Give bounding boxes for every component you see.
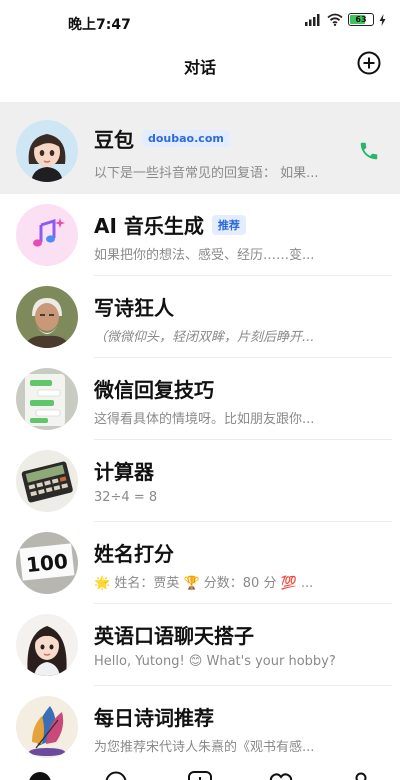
avatar-poet bbox=[16, 286, 78, 348]
tab-chat-icon[interactable] bbox=[27, 770, 53, 780]
conversation-item-wechat-reply[interactable]: 微信回复技巧 这得看具体的情境呀。比如朋友跟你... bbox=[0, 358, 400, 440]
avatar-poetry-feather bbox=[16, 696, 78, 758]
avatar-music bbox=[16, 204, 78, 266]
conversation-item-calculator[interactable]: 计算器 32÷4 = 8 bbox=[0, 440, 400, 522]
conversation-item-doubao[interactable]: 豆包 doubao.com 以下是一些抖音常见的回复语： 如果... bbox=[0, 102, 400, 194]
conversation-tag: doubao.com bbox=[142, 130, 230, 147]
conversation-preview: 🌟 姓名：贾英 🏆 分数：80 分 💯 ... bbox=[94, 576, 314, 591]
avatar-english-girl bbox=[16, 614, 78, 676]
charging-icon bbox=[379, 13, 386, 26]
phone-call-icon[interactable] bbox=[358, 140, 380, 162]
battery-level: 63 bbox=[355, 15, 367, 24]
conversation-preview: 32÷4 = 8 bbox=[94, 490, 158, 505]
recommend-badge: 推荐 bbox=[211, 214, 246, 235]
add-conversation-button[interactable] bbox=[357, 51, 381, 75]
conversation-name: 姓名打分 bbox=[94, 542, 174, 566]
conversation-name: 豆包 bbox=[94, 128, 134, 152]
wifi-icon bbox=[327, 13, 343, 26]
status-time: 晚上7:47 bbox=[68, 17, 131, 33]
tab-discover-icon[interactable] bbox=[104, 770, 130, 780]
tab-profile-icon[interactable] bbox=[348, 770, 374, 780]
avatar-score-card: 100 bbox=[16, 532, 78, 594]
page-title: 对话 bbox=[183, 58, 216, 77]
conversation-name: 微信回复技巧 bbox=[94, 378, 214, 402]
signal-icon bbox=[305, 14, 320, 26]
conversation-preview: 如果把你的想法、感受、经历……变... bbox=[94, 248, 315, 263]
conversation-preview: Hello, Yutong! 😊 What's your hobby? bbox=[94, 654, 336, 669]
avatar-doubao bbox=[16, 120, 78, 182]
conversation-item-poem-writer[interactable]: 写诗狂人 （微微仰头，轻闭双眸，片刻后睁开... bbox=[0, 276, 400, 358]
avatar-calculator bbox=[16, 450, 78, 512]
conversation-preview: 为您推荐宋代诗人朱熹的《观书有感... bbox=[94, 740, 315, 755]
conversation-preview: 以下是一些抖音常见的回复语： 如果... bbox=[94, 166, 319, 181]
conversation-name: 每日诗词推荐 bbox=[94, 706, 214, 730]
conversation-item-english-partner[interactable]: 英语口语聊天搭子 Hello, Yutong! 😊 What's your ho… bbox=[0, 604, 400, 686]
battery-icon: 63 bbox=[348, 13, 374, 26]
tab-favorites-icon[interactable] bbox=[268, 770, 294, 780]
header: 对话 bbox=[0, 44, 400, 102]
conversation-name: 写诗狂人 bbox=[94, 296, 174, 320]
conversation-list: 豆包 doubao.com 以下是一些抖音常见的回复语： 如果... AI 音乐… bbox=[0, 102, 400, 768]
conversation-preview: 这得看具体的情境呀。比如朋友跟你... bbox=[94, 412, 315, 427]
conversation-item-ai-music[interactable]: AI 音乐生成 推荐 如果把你的想法、感受、经历……变... bbox=[0, 194, 400, 276]
conversation-name: 计算器 bbox=[94, 460, 154, 484]
conversation-name: AI 音乐生成 bbox=[94, 214, 204, 238]
tab-create-icon[interactable] bbox=[187, 770, 213, 780]
conversation-item-name-score[interactable]: 100 姓名打分 🌟 姓名：贾英 🏆 分数：80 分 💯 ... bbox=[0, 522, 400, 604]
status-bar: 晚上7:47 63 bbox=[0, 0, 400, 44]
conversation-item-daily-poetry[interactable]: 每日诗词推荐 为您推荐宋代诗人朱熹的《观书有感... bbox=[0, 686, 400, 768]
bottom-tab-bar bbox=[0, 764, 400, 780]
conversation-name: 英语口语聊天搭子 bbox=[94, 624, 254, 648]
status-icons: 63 bbox=[304, 13, 386, 26]
avatar-wechat-chat bbox=[16, 368, 78, 430]
score-card-text: 100 bbox=[25, 549, 69, 577]
conversation-preview: （微微仰头，轻闭双眸，片刻后睁开... bbox=[94, 330, 315, 345]
